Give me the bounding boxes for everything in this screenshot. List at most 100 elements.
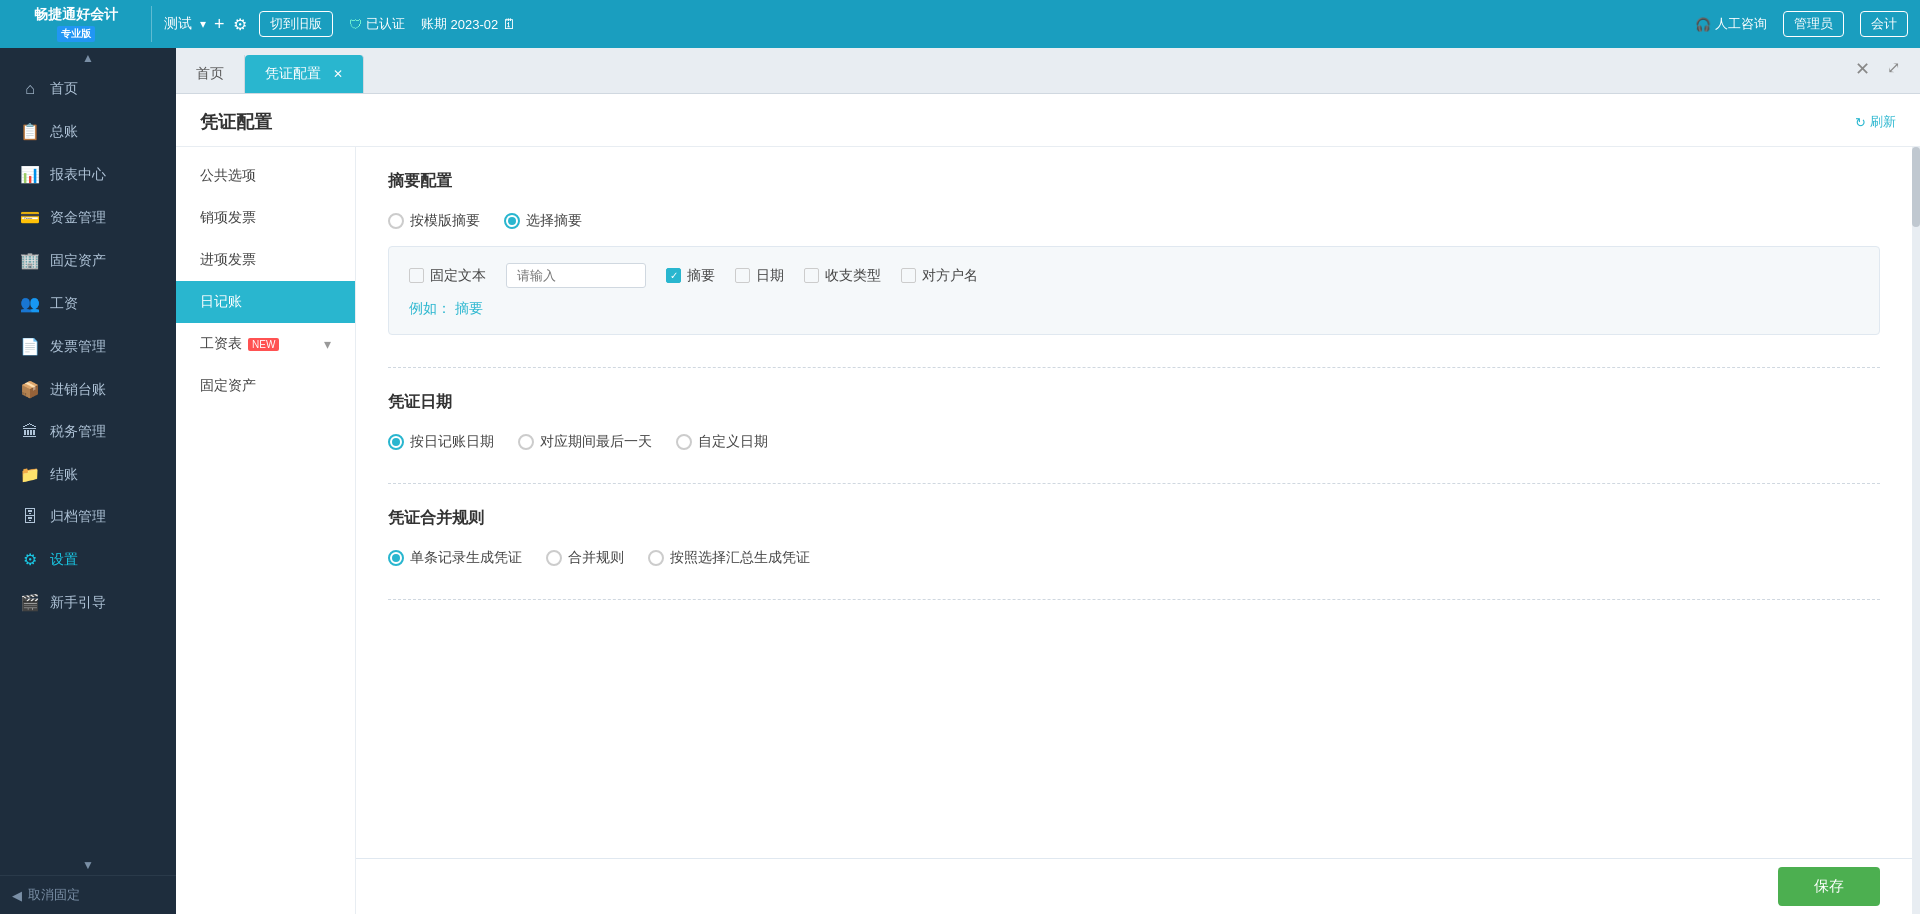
- topbar-right: 🎧 人工咨询 管理员 会计: [1695, 11, 1908, 37]
- old-version-button[interactable]: 切到旧版: [259, 11, 333, 37]
- tab-home[interactable]: 首页: [176, 55, 245, 93]
- sidebar-item-wages[interactable]: 👥 工资: [0, 282, 176, 325]
- merge-section: 凭证合并规则 单条记录生成凭证 合并规则: [388, 508, 1880, 567]
- checkbox-box-date: [735, 268, 750, 283]
- sidebar-scroll-up[interactable]: ▲: [0, 48, 176, 68]
- page-header: 凭证配置 ↻ 刷新: [176, 94, 1920, 147]
- sidebar-item-archive[interactable]: 🗄 归档管理: [0, 496, 176, 538]
- radio-last-day[interactable]: 对应期间最后一天: [518, 433, 652, 451]
- date-section-title: 凭证日期: [388, 392, 1880, 413]
- tab-close-icon[interactable]: ✕: [333, 67, 343, 81]
- refresh-button[interactable]: ↻ 刷新: [1855, 113, 1896, 131]
- radio-circle-select-merge: [648, 550, 664, 566]
- tabbar: 首页 凭证配置 ✕ ✕ ⤢: [176, 48, 1920, 94]
- left-menu-item-payroll[interactable]: 工资表 NEW ▾: [176, 323, 355, 365]
- checkbox-box-counterpart: [901, 268, 916, 283]
- radio-circle-custom-date: [676, 434, 692, 450]
- radio-single[interactable]: 单条记录生成凭证: [388, 549, 522, 567]
- tax-icon: 🏛: [20, 423, 40, 441]
- closing-icon: 📁: [20, 465, 40, 484]
- abstract-options-panel: 固定文本 摘要 日期: [388, 246, 1880, 335]
- left-menu-item-public[interactable]: 公共选项: [176, 155, 355, 197]
- left-menu-item-sales-invoice[interactable]: 销项发票: [176, 197, 355, 239]
- radio-custom-date[interactable]: 自定义日期: [676, 433, 768, 451]
- scrollbar[interactable]: [1912, 147, 1920, 914]
- project-name: 测试: [164, 15, 192, 33]
- panel-close-button[interactable]: ✕: [1855, 58, 1870, 80]
- sidebar: ▲ ⌂ 首页 📋 总账 📊 报表中心 💳 资金管理 🏢 固定资产: [0, 48, 176, 914]
- payroll-expand-icon[interactable]: ▾: [324, 336, 331, 352]
- add-project-icon[interactable]: +: [214, 14, 225, 35]
- checkbox-fixed-text[interactable]: 固定文本: [409, 267, 486, 285]
- cancel-fixed-button[interactable]: ◀ 取消固定: [0, 875, 176, 914]
- divider-1: [388, 367, 1880, 368]
- sidebar-item-assets[interactable]: 🏢 固定资产: [0, 239, 176, 282]
- admin-button[interactable]: 管理员: [1783, 11, 1844, 37]
- sidebar-item-guide[interactable]: 🎬 新手引导: [0, 581, 176, 624]
- account-button[interactable]: 会计: [1860, 11, 1908, 37]
- page-content: 凭证配置 ↻ 刷新 公共选项 销项发票 进项发票: [176, 94, 1920, 914]
- divider-3: [388, 599, 1880, 600]
- sidebar-scroll-down[interactable]: ▼: [0, 855, 176, 875]
- abstract-radio-group: 按模版摘要 选择摘要: [388, 212, 1880, 230]
- example-text: 例如： 摘要: [409, 300, 1859, 318]
- radio-merge-rule[interactable]: 合并规则: [546, 549, 624, 567]
- radio-circle-select: [504, 213, 520, 229]
- period-label: 账期: [421, 15, 447, 33]
- sidebar-item-closing[interactable]: 📁 结账: [0, 453, 176, 496]
- reports-icon: 📊: [20, 165, 40, 184]
- footer-bar: 保存: [356, 858, 1912, 914]
- guide-icon: 🎬: [20, 593, 40, 612]
- left-menu-item-purchase-invoice[interactable]: 进项发票: [176, 239, 355, 281]
- settings-icon[interactable]: ⚙: [233, 15, 247, 34]
- headset-icon: 🎧: [1695, 17, 1711, 32]
- tab-voucher-config[interactable]: 凭证配置 ✕: [245, 55, 364, 93]
- radio-select-merge[interactable]: 按照选择汇总生成凭证: [648, 549, 810, 567]
- left-menu-item-journal[interactable]: 日记账: [176, 281, 355, 323]
- scrollbar-thumb[interactable]: [1912, 147, 1920, 227]
- purchases-icon: 📦: [20, 380, 40, 399]
- settings-sidebar-icon: ⚙: [20, 550, 40, 569]
- left-menu-item-fixed-assets[interactable]: 固定资产: [176, 365, 355, 407]
- consult-button[interactable]: 🎧 人工咨询: [1695, 15, 1767, 33]
- date-section: 凭证日期 按日记账日期 对应期间最后一天: [388, 392, 1880, 451]
- calendar-icon[interactable]: 🗓: [502, 16, 516, 32]
- radio-journal-date[interactable]: 按日记账日期: [388, 433, 494, 451]
- checkbox-payment-type[interactable]: 收支类型: [804, 267, 881, 285]
- checkbox-box-abstract: [666, 268, 681, 283]
- radio-circle-journal-date: [388, 434, 404, 450]
- refresh-icon: ↻: [1855, 115, 1866, 130]
- content-area: 首页 凭证配置 ✕ ✕ ⤢ 凭证配置 ↻ 刷新 公共: [176, 48, 1920, 914]
- sidebar-item-settings[interactable]: ⚙ 设置: [0, 538, 176, 581]
- merge-radio-group: 单条记录生成凭证 合并规则 按照选择汇总生成凭证: [388, 549, 1880, 567]
- radio-circle-single: [388, 550, 404, 566]
- logo-text: 畅捷通好会计: [34, 6, 118, 24]
- sidebar-item-tax[interactable]: 🏛 税务管理: [0, 411, 176, 453]
- sidebar-item-purchases[interactable]: 📦 进销台账: [0, 368, 176, 411]
- checkbox-abstract[interactable]: 摘要: [666, 267, 715, 285]
- panel-expand-button[interactable]: ⤢: [1887, 58, 1900, 77]
- abstract-section-title: 摘要配置: [388, 171, 1880, 192]
- page-title: 凭证配置: [200, 110, 272, 134]
- save-button[interactable]: 保存: [1778, 867, 1880, 906]
- sidebar-item-home[interactable]: ⌂ 首页: [0, 68, 176, 110]
- sidebar-item-reports[interactable]: 📊 报表中心: [0, 153, 176, 196]
- sidebar-item-invoices[interactable]: 📄 发票管理: [0, 325, 176, 368]
- sidebar-item-ledger[interactable]: 📋 总账: [0, 110, 176, 153]
- project-chevron-icon[interactable]: ▾: [200, 17, 206, 31]
- abstract-section: 摘要配置 按模版摘要 选择摘要: [388, 171, 1880, 335]
- checkbox-counterpart[interactable]: 对方户名: [901, 267, 978, 285]
- content-body: 公共选项 销项发票 进项发票 日记账 工资表 NEW ▾: [176, 147, 1920, 914]
- shield-icon: 🛡: [349, 17, 362, 32]
- radio-select-abstract[interactable]: 选择摘要: [504, 212, 582, 230]
- main-layout: ▲ ⌂ 首页 📋 总账 📊 报表中心 💳 资金管理 🏢 固定资产: [0, 48, 1920, 914]
- sidebar-item-funds[interactable]: 💳 资金管理: [0, 196, 176, 239]
- arrow-left-icon: ◀: [12, 888, 22, 903]
- wages-icon: 👥: [20, 294, 40, 313]
- app-logo: 畅捷通好会计 专业版: [12, 6, 152, 42]
- fixed-text-input[interactable]: [506, 263, 646, 288]
- checkbox-date[interactable]: 日期: [735, 267, 784, 285]
- radio-template-abstract[interactable]: 按模版摘要: [388, 212, 480, 230]
- home-icon: ⌂: [20, 80, 40, 98]
- date-radio-group: 按日记账日期 对应期间最后一天 自定义日期: [388, 433, 1880, 451]
